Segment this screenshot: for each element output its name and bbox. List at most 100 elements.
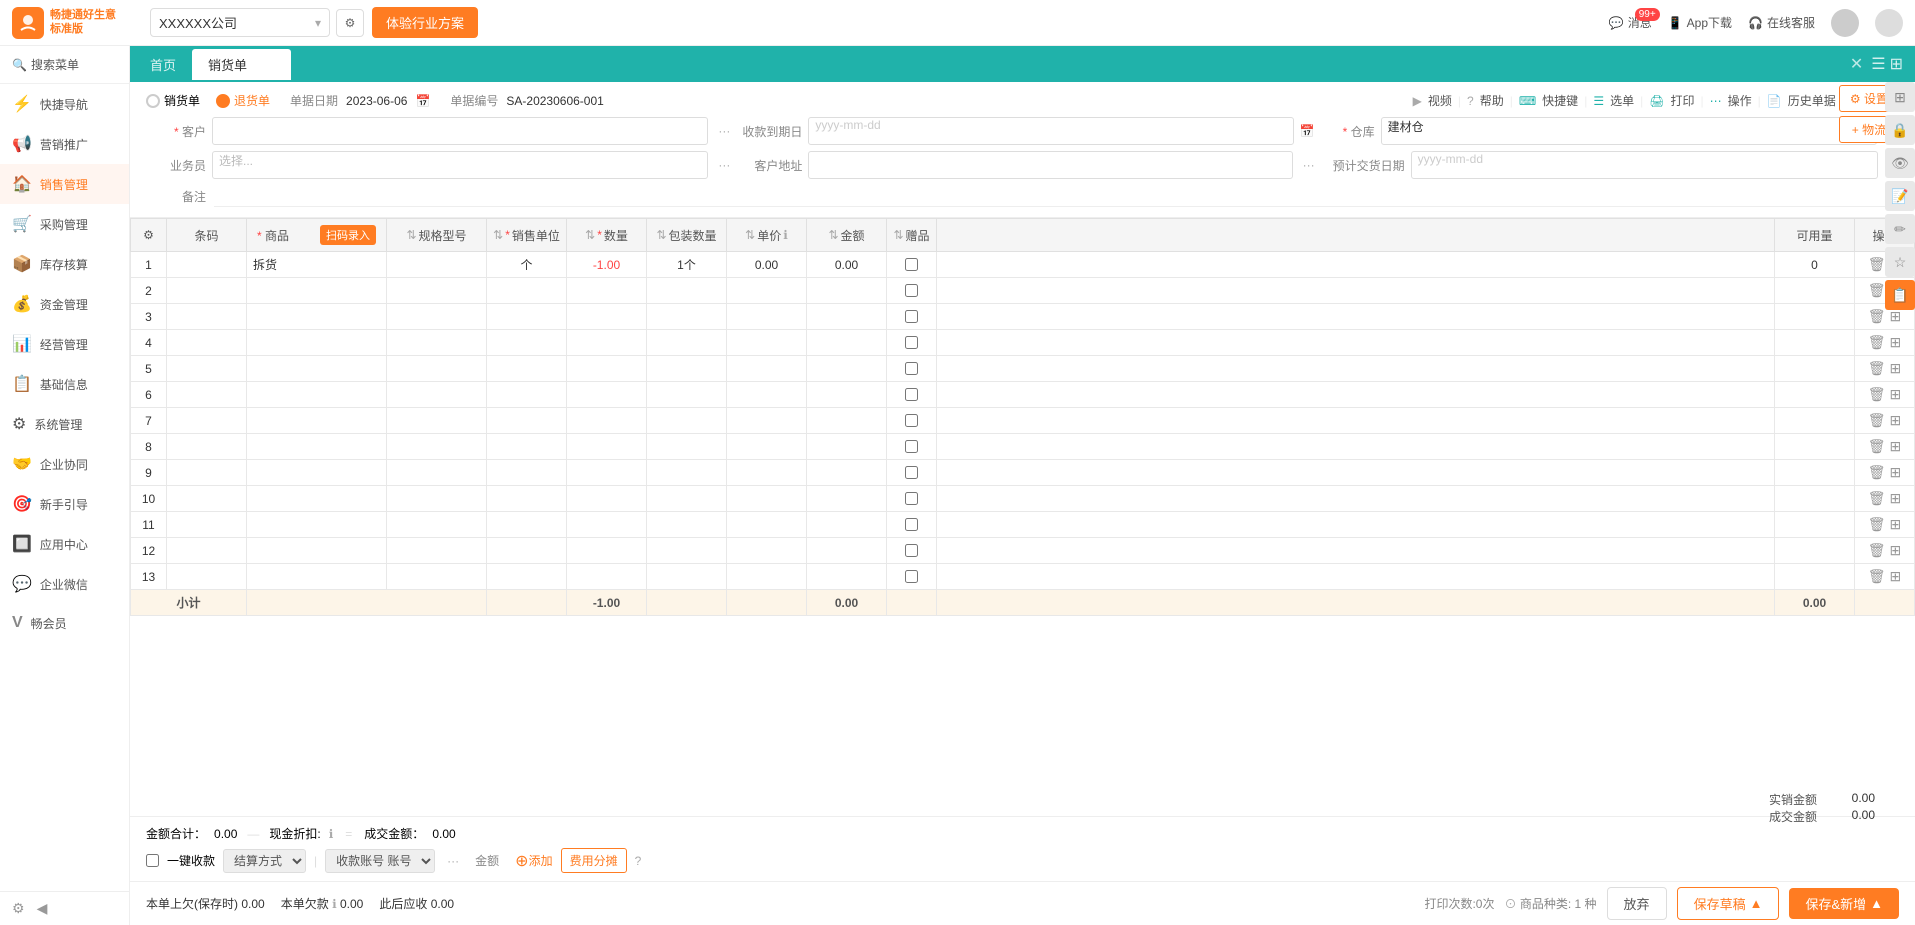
expected-delivery-input[interactable]: yyyy-mm-dd (1411, 151, 1878, 179)
sidebar-item-guide[interactable]: 🎯 新手引导 (0, 484, 129, 524)
cell-qty[interactable] (567, 408, 647, 434)
note-input[interactable] (214, 185, 1899, 207)
tab-close-button[interactable]: × (251, 57, 275, 73)
cell-gift[interactable] (887, 564, 937, 590)
radio-sales[interactable]: 销货单 (146, 92, 200, 109)
sidebar-item-sales[interactable]: 🏠 销售管理 (0, 164, 129, 204)
save-draft-button[interactable]: 保存草稿 ▲ (1677, 887, 1780, 920)
receivable-date-input[interactable]: yyyy-mm-dd (808, 117, 1293, 145)
cell-pkgqty[interactable] (647, 486, 727, 512)
cell-unit[interactable] (487, 512, 567, 538)
cell-qty[interactable] (567, 486, 647, 512)
cell-spec[interactable] (387, 278, 487, 304)
gift-checkbox[interactable] (905, 258, 918, 271)
rf-icon-4[interactable]: 📝 (1885, 181, 1915, 211)
customer-address-dots[interactable]: ··· (1303, 158, 1315, 172)
delete-icon[interactable]: 🗑 (1868, 282, 1886, 299)
copy-icon[interactable]: ⊞ (1890, 386, 1902, 403)
sidebar-item-inventory[interactable]: 📦 库存核算 (0, 244, 129, 284)
delete-icon[interactable]: 🗑 (1868, 412, 1886, 429)
one-click-pay-checkbox[interactable] (146, 854, 159, 867)
toolbar-shortcut-label[interactable]: 快捷键 (1542, 92, 1578, 109)
gift-checkbox[interactable] (905, 440, 918, 453)
delete-icon[interactable]: 🗑 (1868, 256, 1886, 273)
rf-icon-6[interactable]: ☆ (1885, 247, 1915, 277)
gift-checkbox[interactable] (905, 570, 918, 583)
cell-unit[interactable] (487, 460, 567, 486)
cell-unit[interactable] (487, 408, 567, 434)
cell-amount[interactable] (807, 408, 887, 434)
cell-spec[interactable] (387, 460, 487, 486)
cell-qty[interactable] (567, 512, 647, 538)
cell-barcode[interactable] (167, 252, 247, 278)
cell-amount[interactable] (807, 278, 887, 304)
copy-icon[interactable]: ⊞ (1890, 360, 1902, 377)
cell-barcode[interactable] (167, 486, 247, 512)
cell-barcode[interactable] (167, 538, 247, 564)
cell-unit[interactable] (487, 538, 567, 564)
sidebar-item-member[interactable]: V 畅会员 (0, 604, 129, 642)
cell-spec[interactable] (387, 564, 487, 590)
warehouse-input[interactable]: 建材仓 (1381, 117, 1877, 145)
receivable-calendar-icon[interactable]: 📅 (1300, 124, 1315, 138)
cell-amount[interactable] (807, 304, 887, 330)
cell-price[interactable]: 0.00 (727, 252, 807, 278)
cell-qty[interactable] (567, 330, 647, 356)
cell-price[interactable] (727, 304, 807, 330)
delete-icon[interactable]: 🗑 (1868, 334, 1886, 351)
cell-spec[interactable] (387, 252, 487, 278)
payment-method-select[interactable]: 结算方式 (223, 849, 306, 873)
cell-unit[interactable] (487, 330, 567, 356)
cell-price[interactable] (727, 538, 807, 564)
delete-icon[interactable]: 🗑 (1868, 516, 1886, 533)
toolbar-history-label[interactable]: 历史单据 (1788, 92, 1836, 109)
th-amount-sort[interactable]: ⇅ (828, 228, 838, 242)
close-all-tabs-button[interactable]: ✕ (1842, 54, 1871, 74)
cell-gift[interactable] (887, 512, 937, 538)
list-view-icon[interactable]: ☰ (1871, 54, 1885, 74)
cell-product[interactable] (247, 330, 387, 356)
cell-product[interactable] (247, 538, 387, 564)
cell-qty[interactable] (567, 304, 647, 330)
cell-qty[interactable] (567, 278, 647, 304)
cell-product[interactable]: 拆货 (247, 252, 387, 278)
cell-product[interactable] (247, 304, 387, 330)
add-button[interactable]: 添加 (529, 852, 553, 869)
sidebar-item-basic[interactable]: 📋 基础信息 (0, 364, 129, 404)
cell-gift[interactable] (887, 486, 937, 512)
th-gift-sort[interactable]: ⇅ (893, 228, 903, 242)
sidebar-item-operations[interactable]: 📊 经营管理 (0, 324, 129, 364)
th-spec-sort[interactable]: ⇅ (406, 228, 416, 242)
cell-gift[interactable] (887, 434, 937, 460)
cell-spec[interactable] (387, 356, 487, 382)
online-service-btn[interactable]: 🎧 在线客服 (1748, 14, 1815, 31)
cell-amount[interactable] (807, 330, 887, 356)
copy-icon[interactable]: ⊞ (1890, 334, 1902, 351)
cell-qty[interactable] (567, 564, 647, 590)
delete-icon[interactable]: 🗑 (1868, 438, 1886, 455)
cell-spec[interactable] (387, 304, 487, 330)
cell-price[interactable] (727, 512, 807, 538)
cell-pkgqty[interactable] (647, 538, 727, 564)
cell-gift[interactable] (887, 278, 937, 304)
message-btn[interactable]: 💬 消息 99+ (1609, 14, 1652, 31)
toolbar-print-label[interactable]: 打印 (1670, 92, 1694, 109)
gift-checkbox[interactable] (905, 310, 918, 323)
cell-qty[interactable]: -1.00 (567, 252, 647, 278)
cell-amount[interactable] (807, 356, 887, 382)
cell-pkgqty[interactable] (647, 356, 727, 382)
cell-spec[interactable] (387, 408, 487, 434)
cell-unit[interactable] (487, 434, 567, 460)
cell-spec[interactable] (387, 538, 487, 564)
cell-qty[interactable] (567, 434, 647, 460)
cell-barcode[interactable] (167, 278, 247, 304)
cell-pkgqty[interactable] (647, 564, 727, 590)
cell-unit[interactable]: 个 (487, 252, 567, 278)
delete-icon[interactable]: 🗑 (1868, 568, 1886, 585)
cell-amount[interactable] (807, 486, 887, 512)
sidebar-item-apps[interactable]: 🔲 应用中心 (0, 524, 129, 564)
sidebar-settings-icon[interactable]: ⚙ (12, 900, 25, 917)
rf-icon-2[interactable]: 🔒 (1885, 115, 1915, 145)
sidebar-search[interactable]: 🔍 搜索菜单 (0, 46, 129, 84)
gift-checkbox[interactable] (905, 466, 918, 479)
